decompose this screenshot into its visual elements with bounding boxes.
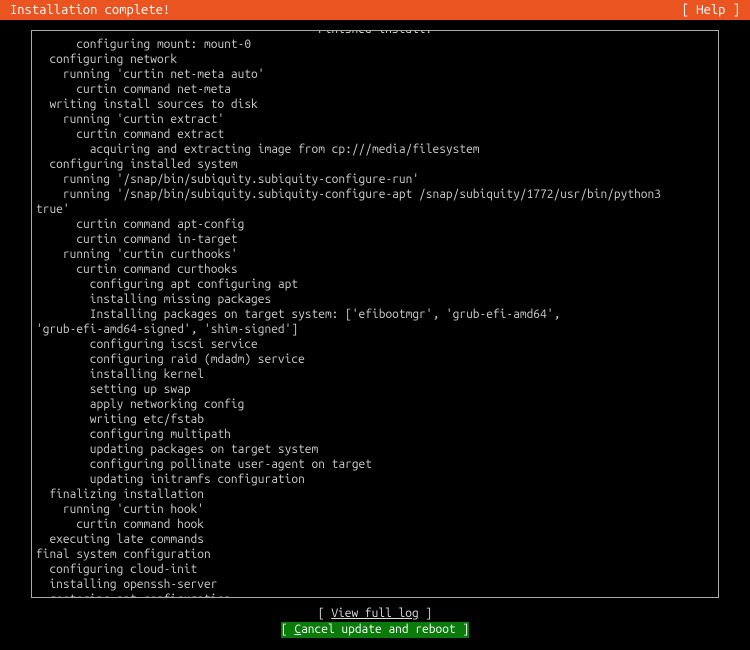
- install-log-box: Finished install! configuring mount: mou…: [31, 30, 719, 598]
- install-log: configuring mount: mount-0 configuring n…: [36, 37, 714, 598]
- bracket-close: ]: [419, 607, 432, 620]
- bracket-close: ]: [456, 623, 469, 636]
- page-title: Installation complete!: [10, 3, 170, 17]
- bracket-open: [: [281, 623, 294, 636]
- view-full-log-label: View full log: [331, 607, 418, 620]
- footer-buttons: [ View full log ] [ Cancel update and re…: [8, 606, 742, 638]
- view-full-log-button[interactable]: [ View full log ]: [318, 606, 432, 622]
- help-button[interactable]: [ Help ]: [682, 3, 740, 17]
- header-bar: Installation complete! [ Help ]: [0, 0, 750, 20]
- bracket-open: [: [318, 607, 331, 620]
- cancel-update-reboot-button[interactable]: [ Cancel update and reboot ]: [281, 622, 469, 638]
- cancel-rest-label: ancel update and reboot: [301, 623, 456, 636]
- main-area: Finished install! configuring mount: mou…: [0, 20, 750, 638]
- log-box-title: Finished install!: [312, 30, 438, 36]
